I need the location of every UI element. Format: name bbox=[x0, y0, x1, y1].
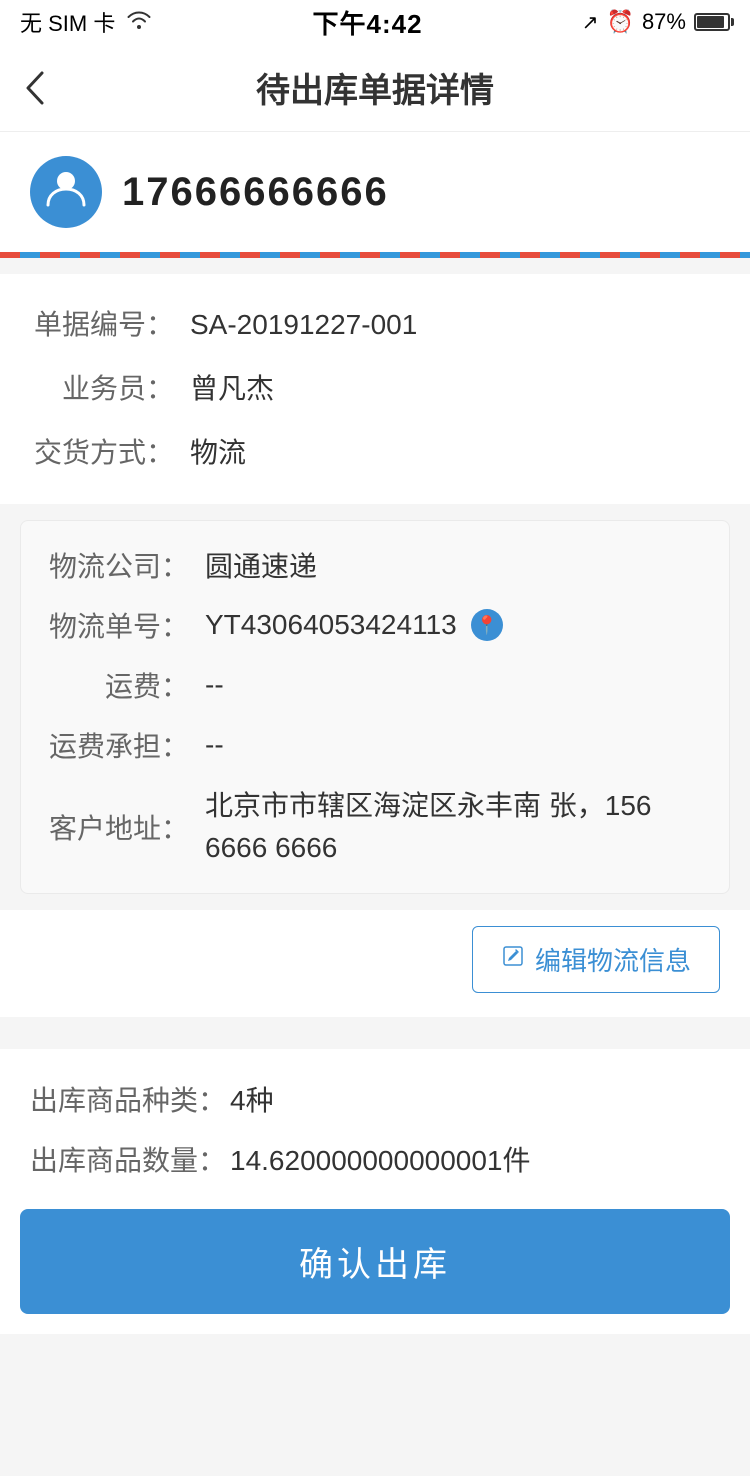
logistics-company-value: 圆通速递 bbox=[205, 545, 705, 585]
sales-person-row: 业务员： 曾凡杰 bbox=[30, 368, 720, 410]
tracking-number-row: 物流单号： YT43064053424113 📍 bbox=[45, 605, 705, 645]
delivery-method-value: 物流 bbox=[190, 432, 720, 474]
edit-logistics-button[interactable]: 编辑物流信息 bbox=[472, 926, 720, 993]
status-time: 下午4:42 bbox=[313, 4, 423, 41]
document-number-label: 单据编号： bbox=[30, 304, 190, 346]
goods-type-value: 4种 bbox=[230, 1079, 274, 1119]
section-divider-1 bbox=[0, 1017, 750, 1033]
location-icon[interactable]: 📍 bbox=[471, 609, 503, 641]
goods-quantity-row: 出库商品数量： 14.620000000000001件 bbox=[30, 1139, 720, 1179]
edit-icon bbox=[501, 944, 525, 975]
goods-type-label: 出库商品种类： bbox=[30, 1079, 230, 1119]
address-row: 客户地址： 北京市市辖区海淀区永丰南 张，156 6666 6666 bbox=[45, 785, 705, 869]
sales-person-label: 业务员： bbox=[30, 368, 190, 410]
goods-section: 出库商品种类： 4种 出库商品数量： 14.620000000000001件 bbox=[0, 1049, 750, 1209]
avatar-person-icon bbox=[44, 165, 88, 219]
address-value: 北京市市辖区海淀区永丰南 张，156 6666 6666 bbox=[205, 785, 705, 869]
battery-percent: 87% bbox=[642, 9, 686, 35]
nav-bar: 待出库单据详情 bbox=[0, 44, 750, 132]
logistics-company-label: 物流公司： bbox=[45, 545, 205, 585]
status-left: 无 SIM 卡 bbox=[20, 6, 153, 38]
battery-icon bbox=[694, 13, 730, 31]
freight-bearer-row: 运费承担： -- bbox=[45, 725, 705, 765]
status-right: ↗ ⏰ 87% bbox=[582, 9, 730, 35]
document-number-value: SA-20191227-001 bbox=[190, 304, 720, 346]
goods-quantity-value: 14.620000000000001件 bbox=[230, 1139, 531, 1179]
status-bar: 无 SIM 卡 下午4:42 ↗ ⏰ 87% bbox=[0, 0, 750, 44]
customer-section: 17666666666 bbox=[0, 132, 750, 252]
confirm-btn-container: 确认出库 bbox=[0, 1189, 750, 1334]
alarm-icon: ⏰ bbox=[607, 9, 634, 35]
page-title: 待出库单据详情 bbox=[256, 63, 494, 112]
tracking-number-container: YT43064053424113 📍 bbox=[205, 609, 705, 641]
location-pin-icon: 📍 bbox=[476, 615, 498, 636]
document-number-row: 单据编号： SA-20191227-001 bbox=[30, 304, 720, 346]
delivery-method-row: 交货方式： 物流 bbox=[30, 432, 720, 474]
location-status-icon: ↗ bbox=[582, 10, 599, 35]
back-button[interactable] bbox=[24, 69, 46, 107]
carrier-label: 无 SIM 卡 bbox=[20, 6, 115, 38]
goods-quantity-label: 出库商品数量： bbox=[30, 1139, 230, 1179]
freight-row: 运费： -- bbox=[45, 665, 705, 705]
delivery-method-label: 交货方式： bbox=[30, 432, 190, 474]
freight-label: 运费： bbox=[45, 665, 205, 705]
tracking-number-label: 物流单号： bbox=[45, 605, 205, 645]
customer-phone: 17666666666 bbox=[122, 170, 389, 215]
sales-person-value: 曾凡杰 bbox=[190, 368, 720, 410]
bottom-spacer bbox=[0, 1316, 750, 1476]
order-info-section: 单据编号： SA-20191227-001 业务员： 曾凡杰 交货方式： 物流 bbox=[0, 274, 750, 504]
edit-btn-container: 编辑物流信息 bbox=[0, 910, 750, 1017]
confirm-button[interactable]: 确认出库 bbox=[20, 1209, 730, 1314]
edit-logistics-label: 编辑物流信息 bbox=[535, 941, 691, 978]
logistics-company-row: 物流公司： 圆通速递 bbox=[45, 545, 705, 585]
freight-bearer-value: -- bbox=[205, 729, 705, 761]
logistics-card: 物流公司： 圆通速递 物流单号： YT43064053424113 📍 运费： … bbox=[20, 520, 730, 894]
freight-value: -- bbox=[205, 669, 705, 701]
customer-avatar bbox=[30, 156, 102, 228]
freight-bearer-label: 运费承担： bbox=[45, 725, 205, 765]
tracking-number-value: YT43064053424113 bbox=[205, 609, 457, 641]
wifi-icon bbox=[125, 9, 153, 35]
address-label: 客户地址： bbox=[45, 807, 205, 847]
dashed-divider bbox=[0, 252, 750, 258]
goods-type-row: 出库商品种类： 4种 bbox=[30, 1079, 720, 1119]
